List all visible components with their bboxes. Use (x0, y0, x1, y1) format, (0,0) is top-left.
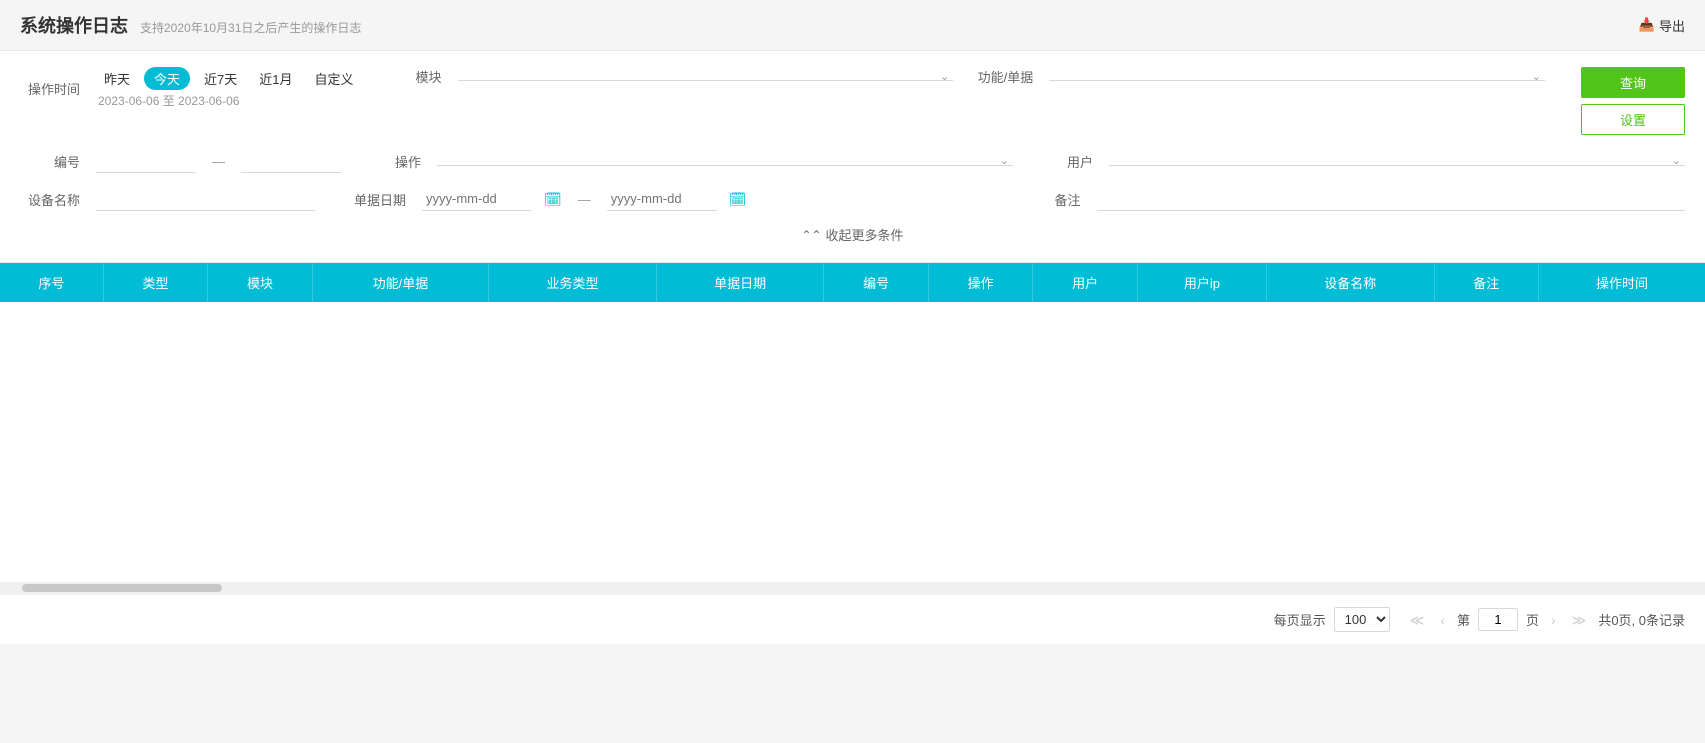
query-button[interactable]: 查询 (1581, 67, 1685, 98)
table-header: 序号 类型 模块 功能/单据 业务类型 单据日期 编号 操作 用户 用户ip 设… (0, 263, 1705, 302)
next-page-button[interactable]: › (1547, 611, 1560, 629)
pagination-bar: 每页显示 100 50 200 500 ≪ ‹ 第 页 › ≫ 共0页, 0条记… (0, 594, 1705, 644)
func-label: 功能/单据 (973, 67, 1033, 86)
id-input-to[interactable] (241, 149, 341, 173)
table-header-row: 序号 类型 模块 功能/单据 业务类型 单据日期 编号 操作 用户 用户ip 设… (0, 263, 1705, 302)
id-filter: 编号 — (20, 149, 341, 173)
col-biz-type: 业务类型 (489, 263, 657, 302)
time-btn-yesterday[interactable]: 昨天 (96, 67, 138, 90)
page-size-label: 每页显示 (1274, 610, 1326, 629)
user-filter: 用户 ⌄ (1033, 152, 1685, 171)
module-dropdown[interactable]: ⌄ (458, 72, 954, 81)
op-filter: 操作 ⌄ (361, 152, 1013, 171)
device-filter: 设备名称 (20, 187, 316, 211)
time-label: 操作时间 (20, 79, 80, 98)
id-separator: — (212, 154, 225, 169)
time-btn-today[interactable]: 今天 (144, 67, 190, 90)
id-input-from[interactable] (96, 149, 196, 173)
action-buttons: 查询 设置 (1581, 67, 1685, 135)
remark-input[interactable] (1097, 187, 1686, 211)
col-module: 模块 (208, 263, 312, 302)
page-header: 系统操作日志 支持2020年10月31日之后产生的操作日志 📥 导出 (0, 0, 1705, 51)
col-device: 设备名称 (1266, 263, 1434, 302)
time-buttons-group: 昨天 今天 近7天 近1月 自定义 2023-06-06 至 2023-06-0… (96, 67, 362, 109)
page-subtitle: 支持2020年10月31日之后产生的操作日志 (140, 19, 361, 36)
prev-page-button[interactable]: ‹ (1436, 611, 1449, 629)
user-dropdown[interactable]: ⌄ (1109, 157, 1685, 166)
page-title: 系统操作日志 (20, 12, 128, 38)
op-chevron-icon: ⌄ (1000, 154, 1009, 167)
user-chevron-icon: ⌄ (1672, 154, 1681, 167)
module-filter: 模块 ⌄ (382, 67, 954, 86)
export-icon: 📥 (1639, 17, 1655, 33)
col-op: 操作 (928, 263, 1032, 302)
filter-area: 操作时间 昨天 今天 近7天 近1月 自定义 2023-06-06 至 2023… (0, 51, 1705, 263)
col-user: 用户 (1033, 263, 1137, 302)
horizontal-scrollbar[interactable] (0, 582, 1705, 594)
date-to-input[interactable] (607, 187, 717, 211)
time-filter-group: 操作时间 昨天 今天 近7天 近1月 自定义 2023-06-06 至 2023… (20, 67, 362, 109)
time-btn-custom[interactable]: 自定义 (307, 67, 362, 90)
page-end-label: 页 (1526, 610, 1539, 629)
voucher-date-filter: 单据日期 🗓 — 🗓 (336, 187, 1001, 211)
col-seq: 序号 (0, 263, 103, 302)
device-input[interactable] (96, 187, 316, 211)
col-op-time: 操作时间 (1539, 263, 1705, 302)
user-label: 用户 (1033, 152, 1093, 171)
col-func: 功能/单据 (312, 263, 488, 302)
data-table: 序号 类型 模块 功能/单据 业务类型 单据日期 编号 操作 用户 用户ip 设… (0, 263, 1705, 302)
time-range-text: 2023-06-06 至 2023-06-06 (96, 92, 362, 109)
first-page-button[interactable]: ≪ (1406, 611, 1429, 629)
remark-label: 备注 (1021, 190, 1081, 209)
id-label: 编号 (20, 152, 80, 171)
empty-area (0, 302, 1705, 582)
last-page-button[interactable]: ≫ (1568, 611, 1591, 629)
date-separator: — (578, 192, 591, 207)
device-label: 设备名称 (20, 190, 80, 209)
calendar-from-icon[interactable]: 🗓 (544, 191, 562, 208)
op-dropdown[interactable]: ⌄ (437, 157, 1013, 166)
date-from-input[interactable] (422, 187, 532, 211)
page-number-input[interactable] (1478, 608, 1518, 631)
module-chevron-icon: ⌄ (940, 70, 949, 83)
col-type: 类型 (103, 263, 207, 302)
col-id: 编号 (824, 263, 928, 302)
func-dropdown[interactable]: ⌄ (1049, 72, 1545, 81)
op-label: 操作 (361, 152, 421, 171)
col-remark: 备注 (1434, 263, 1538, 302)
time-btn-7days[interactable]: 近7天 (196, 67, 245, 90)
module-label: 模块 (382, 67, 442, 86)
time-buttons-row: 昨天 今天 近7天 近1月 自定义 (96, 67, 362, 90)
voucher-date-label: 单据日期 (336, 190, 406, 209)
col-user-ip: 用户ip (1137, 263, 1266, 302)
func-filter: 功能/单据 ⌄ (973, 67, 1545, 86)
time-btn-1month[interactable]: 近1月 (251, 67, 300, 90)
header-left: 系统操作日志 支持2020年10月31日之后产生的操作日志 (20, 12, 361, 38)
collapse-label: 收起更多条件 (826, 225, 904, 244)
table-section: 序号 类型 模块 功能/单据 业务类型 单据日期 编号 操作 用户 用户ip 设… (0, 263, 1705, 582)
remark-filter: 备注 (1021, 187, 1686, 211)
settings-button[interactable]: 设置 (1581, 104, 1685, 135)
func-chevron-icon: ⌄ (1532, 70, 1541, 83)
page-summary: 共0页, 0条记录 (1598, 610, 1685, 629)
calendar-to-icon[interactable]: 🗓 (729, 191, 747, 208)
col-voucher-date: 单据日期 (656, 263, 824, 302)
export-label: 导出 (1659, 16, 1685, 35)
page-label: 第 (1457, 610, 1470, 629)
collapse-icon: ⌃⌃ (801, 228, 821, 242)
collapse-bar[interactable]: ⌃⌃ 收起更多条件 (20, 219, 1685, 254)
scroll-thumb[interactable] (22, 584, 222, 592)
page-size-select[interactable]: 100 50 200 500 (1334, 607, 1390, 632)
export-button[interactable]: 📥 导出 (1639, 16, 1685, 35)
